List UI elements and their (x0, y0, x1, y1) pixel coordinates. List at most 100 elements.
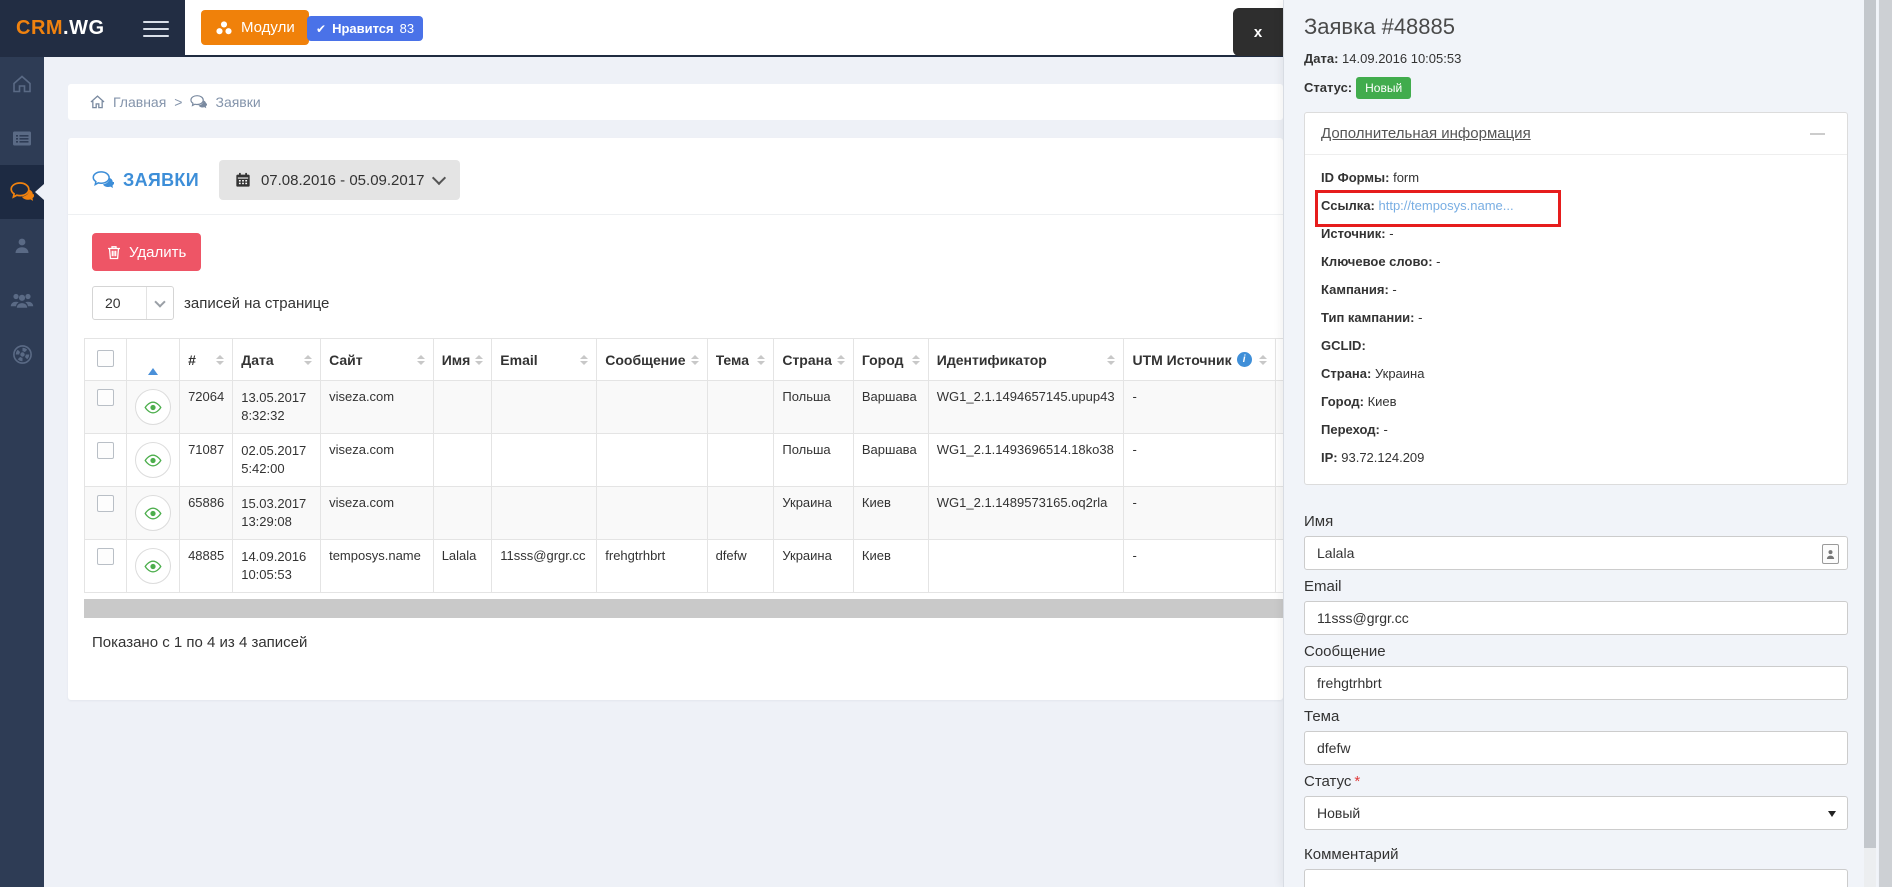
cell-city: Варшава (852, 380, 929, 434)
cell-name (432, 486, 493, 540)
sort-ascending-icon[interactable] (148, 351, 159, 375)
hamburger-menu-icon[interactable] (143, 20, 169, 37)
table-summary: Показано с 1 по 4 из 4 записей (92, 634, 308, 651)
active-item-notch (35, 184, 44, 200)
message-label: Сообщение (1304, 643, 1386, 660)
logo-part-2: .WG (63, 17, 105, 39)
additional-info-card: Дополнительная информация — ID Формы: fo… (1304, 112, 1848, 485)
info-card-header: Дополнительная информация — (1305, 113, 1847, 154)
table-horizontal-scrollbar[interactable] (84, 599, 1283, 618)
chats-title-icon (92, 171, 114, 189)
requests-table-wrap: # Дата Сайт Имя Email Сообщение Тема Стр… (84, 338, 1283, 593)
view-button[interactable] (135, 389, 172, 425)
sort-icon (686, 354, 699, 365)
delete-button[interactable]: Удалить (92, 233, 202, 271)
cell-theme (706, 486, 775, 540)
name-label: Имя (1304, 513, 1334, 530)
request-url-link[interactable]: http://temposys.name... (1379, 198, 1514, 213)
panel-close-button[interactable]: x (1233, 8, 1283, 56)
panel-date-line: Дата: 14.09.2016 10:05:53 (1304, 51, 1848, 66)
top-navbar: Модули ✔ Нравится 83 x (185, 0, 1283, 57)
cell-email: 11sss@grgr.cc (491, 539, 598, 593)
column-header-message[interactable]: Сообщение (605, 352, 699, 368)
select-all-checkbox[interactable] (97, 349, 115, 367)
collapse-button[interactable]: — (1804, 124, 1831, 143)
row-checkbox[interactable] (97, 389, 115, 406)
cell-name (432, 433, 493, 487)
cell-city: Киев (852, 486, 929, 540)
checkmark-icon: ✔ (316, 21, 327, 36)
date-range-picker[interactable]: 07.08.2016 - 05.09.2017 (218, 160, 461, 200)
column-header-date[interactable]: Дата (241, 352, 313, 368)
cell-utm-source: - (1123, 380, 1276, 434)
column-header-utm-source[interactable]: UTM Источник i (1132, 352, 1267, 368)
breadcrumb-separator: > (174, 94, 183, 110)
cell-theme: dfefw (706, 539, 775, 593)
app-root: CRM.WG Модули ✔ Нравится 83 x Главная > … (0, 0, 1892, 887)
comment-textarea[interactable] (1304, 869, 1848, 887)
cell-utm-source: - (1123, 486, 1276, 540)
sidebar-item-users-group[interactable] (0, 273, 44, 327)
sidebar-item-user[interactable] (0, 219, 44, 273)
delete-button-label: Удалить (129, 243, 187, 261)
cell-email (491, 486, 598, 540)
row-checkbox[interactable] (97, 548, 115, 565)
cell-email (491, 433, 598, 487)
app-logo[interactable]: CRM.WG (16, 17, 105, 40)
logo-part-1: CRM (16, 17, 64, 39)
info-row-ip: IP: 93.72.124.209 (1321, 450, 1425, 465)
modules-button[interactable]: Модули (201, 10, 309, 45)
table-row: 65886 15.03.2017 13:29:08 viseza.com Укра… (84, 486, 1283, 540)
column-header-country[interactable]: Страна (782, 352, 845, 368)
theme-label: Тема (1304, 708, 1340, 725)
theme-input[interactable] (1304, 731, 1848, 765)
name-input[interactable] (1304, 536, 1848, 570)
cell-date: 14.09.2016 10:05:53 (232, 539, 322, 593)
column-header-id[interactable]: # (188, 352, 225, 368)
status-label: Статус * (1304, 773, 1361, 790)
eye-icon (144, 401, 162, 413)
info-row-campaign: Кампания: - (1321, 282, 1397, 297)
view-button[interactable] (135, 495, 172, 531)
panel-scrollbar-thumb[interactable] (1864, 0, 1876, 848)
panel-scrollbar[interactable] (1864, 0, 1876, 887)
cell-email (491, 380, 598, 434)
row-checkbox[interactable] (97, 495, 115, 512)
column-header-email[interactable]: Email (500, 352, 589, 368)
cell-id: 72064 (179, 380, 234, 434)
sidebar-nav (0, 57, 44, 887)
chevron-down-icon (432, 170, 447, 186)
message-input[interactable] (1304, 666, 1848, 700)
view-button[interactable] (135, 548, 172, 584)
info-icon[interactable]: i (1236, 352, 1252, 367)
page-size-select[interactable]: 20 (92, 286, 174, 320)
page-size-row: 20 записей на странице (92, 286, 1283, 320)
requests-card: ЗАЯВКИ 07.08.2016 - 05.09.2017 Удалить 2… (68, 138, 1283, 700)
window-scrollbar[interactable] (1878, 0, 1892, 887)
sidebar-item-home[interactable] (0, 57, 44, 111)
like-button[interactable]: ✔ Нравится 83 (307, 16, 424, 41)
cell-theme (706, 433, 775, 487)
column-header-theme[interactable]: Тема (716, 352, 766, 368)
info-card-title-link[interactable]: Дополнительная информация (1321, 125, 1531, 142)
calendar-icon (236, 172, 250, 187)
cell-identifier: WG1_2.1.1494657145.upup43 (927, 380, 1125, 434)
sidebar-item-forms[interactable] (0, 111, 44, 165)
status-select[interactable]: Новый (1304, 796, 1848, 830)
row-checkbox[interactable] (97, 442, 115, 459)
table-header-row: # Дата Сайт Имя Email Сообщение Тема Стр… (84, 338, 1283, 381)
sidebar-item-requests[interactable] (0, 165, 44, 219)
view-button[interactable] (135, 442, 172, 478)
home-icon (13, 75, 31, 93)
breadcrumb-home-link[interactable]: Главная (113, 94, 166, 110)
date-range-value: 07.08.2016 - 05.09.2017 (260, 171, 425, 189)
email-input[interactable] (1304, 601, 1848, 635)
sidebar-item-support[interactable] (0, 327, 44, 381)
cell-name: Lalala (432, 539, 493, 593)
column-header-site[interactable]: Сайт (329, 352, 425, 368)
column-header-name[interactable]: Имя (442, 352, 484, 368)
cell-id: 48885 (179, 539, 234, 593)
column-header-identifier[interactable]: Идентификатор (937, 352, 1116, 368)
column-header-city[interactable]: Город (862, 352, 920, 368)
autofill-icon[interactable] (1822, 544, 1839, 564)
